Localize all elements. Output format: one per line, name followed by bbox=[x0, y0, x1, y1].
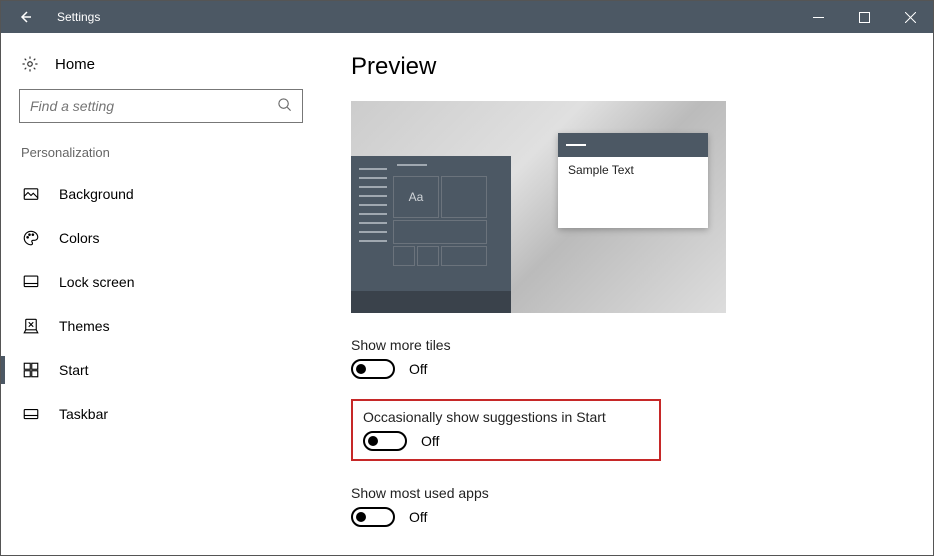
sidebar-item-label: Colors bbox=[59, 230, 99, 246]
sidebar-item-label: Themes bbox=[59, 318, 110, 334]
palette-icon bbox=[21, 228, 41, 248]
sidebar-item-label: Taskbar bbox=[59, 406, 108, 422]
toggle-state: Off bbox=[409, 361, 427, 377]
page-title: Preview bbox=[351, 53, 903, 81]
maximize-button[interactable] bbox=[841, 1, 887, 33]
toggle-show-more-tiles[interactable] bbox=[351, 359, 395, 379]
sidebar-item-taskbar[interactable]: Taskbar bbox=[1, 392, 321, 436]
sidebar-item-label: Background bbox=[59, 186, 134, 202]
preview-taskbar bbox=[351, 291, 511, 313]
sidebar-item-colors[interactable]: Colors bbox=[1, 216, 321, 260]
window-title: Settings bbox=[49, 10, 100, 24]
lockscreen-icon bbox=[21, 272, 41, 292]
themes-icon bbox=[21, 316, 41, 336]
sidebar-item-start[interactable]: Start bbox=[1, 348, 321, 392]
start-icon bbox=[21, 360, 41, 380]
preview-tiles: Aa bbox=[393, 164, 503, 283]
back-button[interactable] bbox=[1, 1, 49, 33]
setting-show-more-tiles: Show more tiles Off bbox=[351, 331, 903, 385]
search-icon bbox=[277, 97, 292, 115]
setting-suggestions-highlighted: Occasionally show suggestions in Start O… bbox=[351, 399, 661, 461]
toggle-suggestions[interactable] bbox=[363, 431, 407, 451]
minimize-icon bbox=[813, 12, 824, 23]
start-preview: Aa Sample Text bbox=[351, 101, 726, 313]
taskbar-icon bbox=[21, 404, 41, 424]
preview-start-menu: Aa bbox=[351, 156, 511, 291]
maximize-icon bbox=[859, 12, 870, 23]
picture-icon bbox=[21, 184, 41, 204]
preview-sample-text: Sample Text bbox=[558, 157, 708, 183]
sidebar-item-label: Lock screen bbox=[59, 274, 134, 290]
close-icon bbox=[905, 12, 916, 23]
toggle-most-used-apps[interactable] bbox=[351, 507, 395, 527]
toggle-state: Off bbox=[421, 433, 439, 449]
home-link[interactable]: Home bbox=[19, 51, 303, 89]
setting-label: Show more tiles bbox=[351, 337, 903, 353]
preview-tile-aa: Aa bbox=[393, 176, 439, 218]
section-label: Personalization bbox=[19, 141, 303, 172]
preview-sample-window: Sample Text bbox=[558, 133, 708, 228]
sidebar-item-lockscreen[interactable]: Lock screen bbox=[1, 260, 321, 304]
sidebar-item-label: Start bbox=[59, 362, 89, 378]
minimize-button[interactable] bbox=[795, 1, 841, 33]
setting-most-used-apps: Show most used apps Off bbox=[351, 479, 903, 533]
close-button[interactable] bbox=[887, 1, 933, 33]
back-arrow-icon bbox=[17, 9, 33, 25]
home-label: Home bbox=[55, 56, 95, 73]
search-input-container[interactable] bbox=[19, 89, 303, 123]
toggle-state: Off bbox=[409, 509, 427, 525]
preview-menu-lines bbox=[359, 164, 387, 283]
sidebar-item-themes[interactable]: Themes bbox=[1, 304, 321, 348]
sidebar-item-background[interactable]: Background bbox=[1, 172, 321, 216]
setting-label: Show most used apps bbox=[351, 485, 903, 501]
setting-label: Occasionally show suggestions in Start bbox=[363, 409, 649, 425]
gear-icon bbox=[21, 55, 39, 73]
search-input[interactable] bbox=[30, 98, 277, 114]
